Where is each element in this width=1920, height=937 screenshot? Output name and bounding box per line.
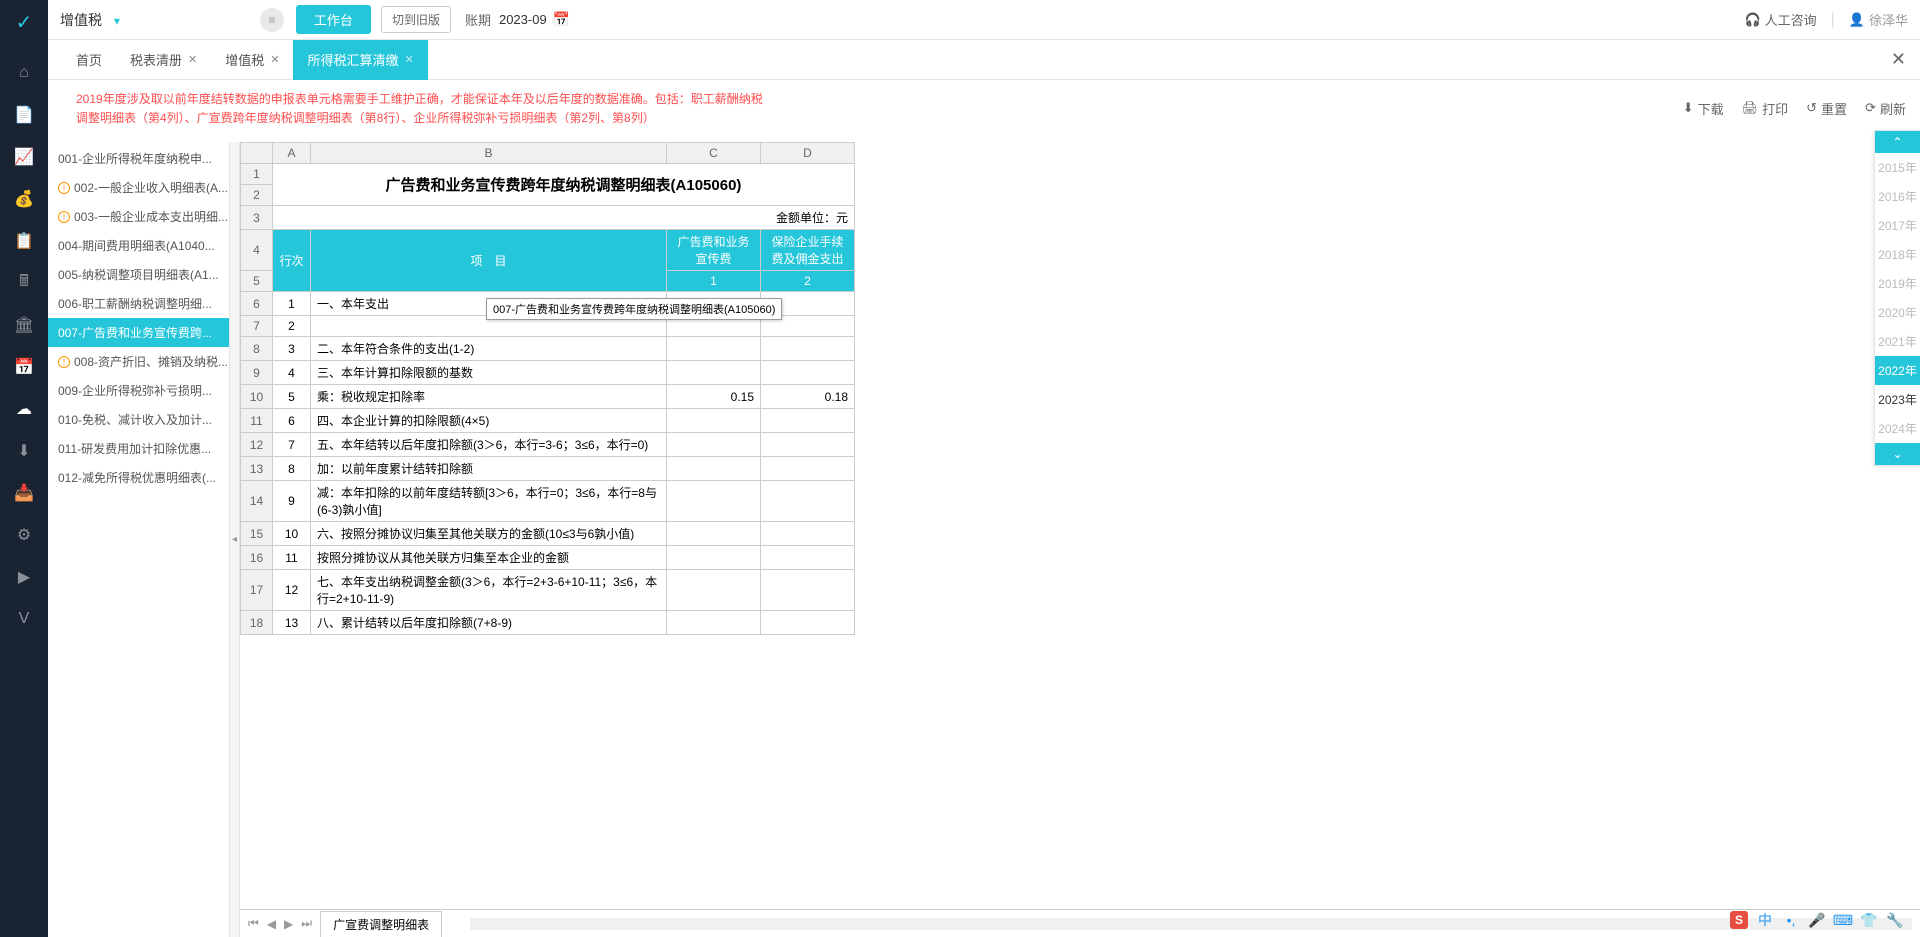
print-icon: 🖨	[1742, 100, 1759, 116]
year-item[interactable]: 2016年	[1875, 182, 1920, 211]
help-link[interactable]: 🎧 人工咨询	[1744, 10, 1816, 29]
period-value[interactable]: 2023-09	[499, 12, 547, 27]
ime-lang-icon[interactable]: 中	[1756, 911, 1774, 929]
logo-icon: ✓	[16, 10, 33, 35]
form-list-item[interactable]: !002-一般企业收入明细表(A...	[48, 173, 229, 202]
reset-button[interactable]: ↺重置	[1806, 99, 1847, 118]
form-list-item[interactable]: 001-企业所得税年度纳税申...	[48, 144, 229, 173]
year-item[interactable]: 2017年	[1875, 211, 1920, 240]
warning-badge-icon: !	[58, 356, 70, 368]
refresh-icon: ⟳	[1865, 100, 1876, 116]
tab-home[interactable]: 首页	[62, 40, 116, 80]
year-item[interactable]: 2021年	[1875, 327, 1920, 356]
year-up-icon[interactable]: ⌃	[1875, 131, 1920, 153]
form-list-item[interactable]: 004-期间费用明细表(A1040...	[48, 231, 229, 260]
year-item[interactable]: 2015年	[1875, 153, 1920, 182]
tab-income-tax[interactable]: 所得税汇算清缴✕	[293, 40, 427, 80]
sheet-last-icon[interactable]: ⏭	[301, 916, 312, 931]
calendar-icon[interactable]: 📅	[553, 11, 570, 28]
year-item[interactable]: 2020年	[1875, 298, 1920, 327]
year-item[interactable]: 2024年	[1875, 414, 1920, 443]
download-button[interactable]: ⬇下载	[1683, 99, 1724, 118]
chevron-down-icon: ▾	[114, 14, 120, 28]
nav-calendar-icon[interactable]: 📅	[12, 355, 36, 379]
nav-home-icon[interactable]: ⌂	[12, 61, 36, 85]
form-list-item[interactable]: 006-职工薪酬纳税调整明细...	[48, 289, 229, 318]
workspace-button[interactable]: 工作台	[296, 5, 371, 34]
nav-clipboard-icon[interactable]: 📋	[12, 229, 36, 253]
tab-tax-list[interactable]: 税表清册✕	[116, 40, 211, 80]
tab-bar: 首页 税表清册✕ 增值税✕ 所得税汇算清缴✕ ✕	[48, 40, 1920, 80]
sheet-next-icon[interactable]: ▶	[284, 917, 293, 931]
nav-settings-icon[interactable]: ⚙	[12, 523, 36, 547]
form-list-item[interactable]: 011-研发费用加计扣除优惠...	[48, 434, 229, 463]
collapse-handle[interactable]: ◂	[230, 142, 240, 937]
module-title[interactable]: 增值税 ▾	[60, 10, 120, 30]
list-toggle-button[interactable]: ≡	[260, 8, 284, 32]
form-list-item[interactable]: !003-一般企业成本支出明细...	[48, 202, 229, 231]
spreadsheet-area: ▸ 007-广告费和业务宣传费跨年度纳税调整明细表(A105060) ABCD1…	[240, 142, 1920, 937]
close-icon[interactable]: ✕	[270, 53, 279, 66]
ime-keyboard-icon[interactable]: ⌨	[1834, 911, 1852, 929]
nav-inbox-icon[interactable]: 📥	[12, 481, 36, 505]
ime-punct-icon[interactable]: •,	[1782, 911, 1800, 929]
nav-building-icon[interactable]: 🏛	[12, 313, 36, 337]
warning-text: 2019年度涉及取以前年度结转数据的申报表单元格需要手工维护正确，才能保证本年及…	[62, 80, 782, 136]
refresh-button[interactable]: ⟳刷新	[1865, 99, 1906, 118]
nav-chart-icon[interactable]: 📈	[12, 145, 36, 169]
cell-tooltip: 007-广告费和业务宣传费跨年度纳税调整明细表(A105060)	[486, 298, 782, 320]
print-button[interactable]: 🖨打印	[1742, 99, 1789, 118]
ime-skin-icon[interactable]: 👕	[1860, 911, 1878, 929]
year-panel: ⌃ 2015年2016年2017年2018年2019年2020年2021年202…	[1874, 130, 1920, 466]
warning-badge-icon: !	[58, 182, 70, 194]
horizontal-scrollbar[interactable]	[470, 918, 1912, 930]
download-icon: ⬇	[1683, 100, 1694, 116]
close-all-icon[interactable]: ✕	[1891, 49, 1906, 70]
nav-cloud-icon[interactable]: ☁	[12, 397, 36, 421]
form-list-item[interactable]: 010-免税、减计收入及加计...	[48, 405, 229, 434]
form-list-item[interactable]: 005-纳税调整项目明细表(A1...	[48, 260, 229, 289]
ime-logo-icon[interactable]: S	[1730, 911, 1748, 929]
form-list-item[interactable]: !008-资产折旧、摊销及纳税...	[48, 347, 229, 376]
year-item[interactable]: 2018年	[1875, 240, 1920, 269]
topbar: 增值税 ▾ ≡ 工作台 切到旧版 账期 2023-09 📅 🎧 人工咨询 | 👤…	[48, 0, 1920, 40]
ime-tool-icon[interactable]: 🔧	[1886, 911, 1904, 929]
sheet-first-icon[interactable]: ⏮	[248, 916, 259, 931]
sheet-tab[interactable]: 广宣费调整明细表	[320, 911, 442, 937]
form-list-item[interactable]: 012-减免所得税优惠明细表(...	[48, 463, 229, 492]
user-icon: 👤	[1849, 12, 1865, 28]
year-item[interactable]: 2019年	[1875, 269, 1920, 298]
left-nav: ✓ ⌂ 📄 📈 💰 📋 🖩 🏛 📅 ☁ ⬇ 📥 ⚙ ▶ V	[0, 0, 48, 937]
year-down-icon[interactable]: ⌄	[1875, 443, 1920, 465]
form-list-item[interactable]: 009-企业所得税弥补亏损明...	[48, 376, 229, 405]
warning-badge-icon: !	[58, 211, 70, 223]
nav-v-icon[interactable]: V	[12, 607, 36, 631]
user-info[interactable]: 👤 徐泽华	[1849, 10, 1908, 29]
year-item[interactable]: 2023年	[1875, 385, 1920, 414]
divider: |	[1831, 11, 1835, 29]
tab-vat[interactable]: 增值税✕	[211, 40, 293, 80]
old-version-button[interactable]: 切到旧版	[381, 6, 451, 33]
close-icon[interactable]: ✕	[188, 53, 197, 66]
sheet-prev-icon[interactable]: ◀	[267, 917, 276, 931]
ime-bar: S 中 •, 🎤 ⌨ 👕 🔧	[1730, 911, 1904, 929]
close-icon[interactable]: ✕	[405, 53, 414, 66]
form-list: 001-企业所得税年度纳税申...!002-一般企业收入明细表(A...!003…	[48, 142, 230, 937]
headset-icon: 🎧	[1744, 12, 1760, 28]
nav-play-icon[interactable]: ▶	[12, 565, 36, 589]
reset-icon: ↺	[1806, 100, 1817, 116]
nav-export-icon[interactable]: ⬇	[12, 439, 36, 463]
period-label: 账期	[465, 10, 491, 29]
sheet-tab-bar: ⏮ ◀ ▶ ⏭ 广宣费调整明细表	[240, 909, 1920, 937]
spreadsheet[interactable]: ABCD1广告费和业务宣传费跨年度纳税调整明细表(A105060)23金额单位：…	[240, 142, 855, 635]
year-item[interactable]: 2022年	[1875, 356, 1920, 385]
form-list-item[interactable]: 007-广告费和业务宣传费跨...	[48, 318, 229, 347]
nav-bag-icon[interactable]: 💰	[12, 187, 36, 211]
ime-mic-icon[interactable]: 🎤	[1808, 911, 1826, 929]
nav-calc-icon[interactable]: 🖩	[12, 271, 36, 295]
nav-doc-icon[interactable]: 📄	[12, 103, 36, 127]
